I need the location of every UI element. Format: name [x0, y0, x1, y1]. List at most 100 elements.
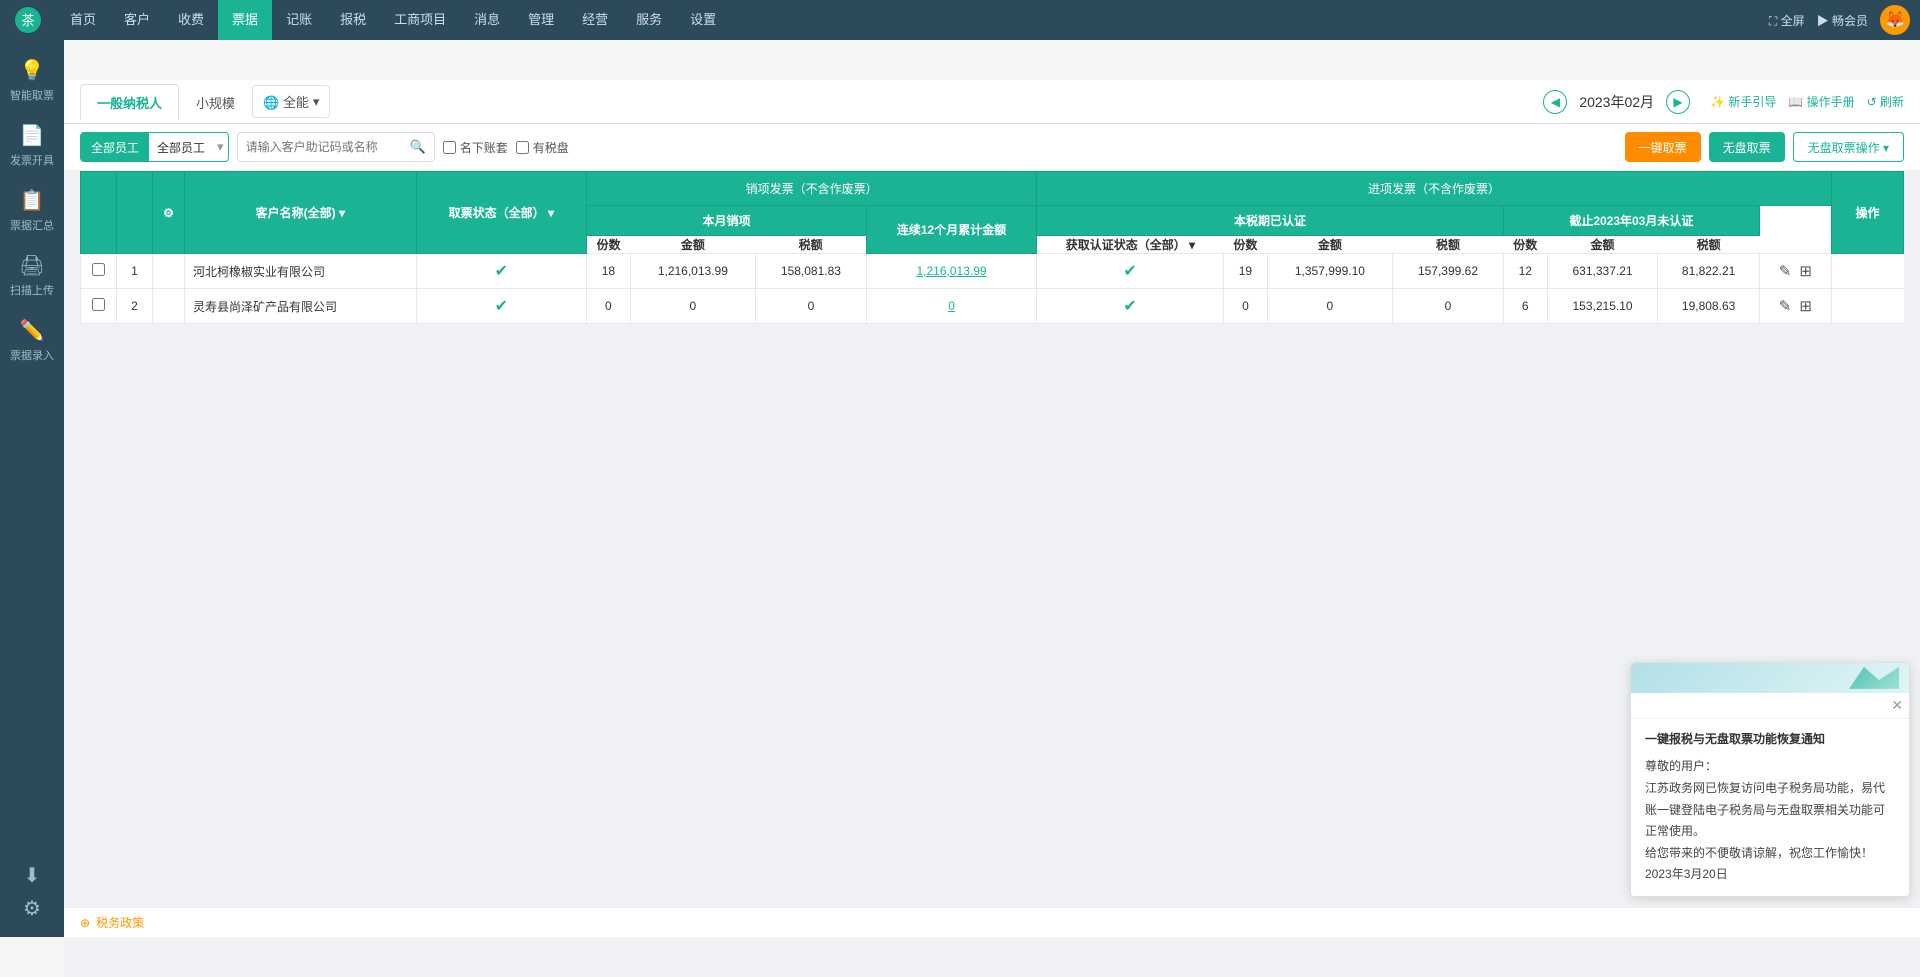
- table-header-settings: ⚙: [153, 172, 185, 254]
- fullscreen-button[interactable]: ⛶ 全屏: [1769, 12, 1805, 29]
- edit-icon-1[interactable]: ✎: [1779, 297, 1792, 315]
- date-prev-button[interactable]: ◀: [1543, 90, 1567, 114]
- col-purchase-cert-status: 获取认证状态（全部） ▾: [1037, 236, 1224, 254]
- row-checkbox-1[interactable]: [81, 289, 117, 324]
- tax-policy-icon: ⊕: [80, 916, 90, 930]
- invoice-entry-icon: ✏️: [20, 318, 45, 343]
- notif-close-button[interactable]: ✕: [1891, 697, 1903, 714]
- customer-filter-icon[interactable]: ▾: [339, 206, 345, 220]
- diskless-ticket-button[interactable]: 无盘取票: [1709, 132, 1785, 162]
- date-label: 2023年02月: [1579, 92, 1654, 112]
- employee-filter[interactable]: 全部员工 全部员工 ▾: [80, 132, 229, 162]
- svg-text:茶: 茶: [21, 13, 34, 28]
- tab-general-taxpayer[interactable]: 一般纳税人: [80, 84, 179, 120]
- row-sales-count-1: 0: [587, 289, 631, 324]
- table-row: 2 灵寿县尚泽矿产品有限公司 ✔ 0 0 0 0 ✔ 0 0 0 6 153,2…: [81, 289, 1904, 324]
- col-sales-amount: 金额: [630, 236, 755, 254]
- tab-bar-row: 一般纳税人 小规模 🌐 全能 ▾ ◀ 2023年02月 ▶ ✨ 新手引导 📖 操…: [80, 84, 1904, 120]
- purchase-cert-status-label: 获取认证状态（全部）: [1066, 238, 1186, 252]
- col-purchase-cert-tax: 税额: [1393, 236, 1504, 254]
- row-sales-count-0: 18: [587, 254, 631, 289]
- tax-policy-link[interactable]: 税务政策: [96, 914, 144, 931]
- sidebar-item-invoice-summary[interactable]: 📋 票据汇总: [0, 178, 64, 243]
- search-icon[interactable]: 🔍: [410, 139, 426, 155]
- nav-item-invoice[interactable]: 票据: [218, 0, 272, 40]
- edit-icon-0[interactable]: ✎: [1779, 262, 1792, 280]
- col-purchase-cert-count: 份数: [1224, 236, 1268, 254]
- table-header-purchase-group: 进项发票（不含作废票）: [1037, 172, 1832, 206]
- nav-item-home[interactable]: 首页: [56, 0, 110, 40]
- settings-icon[interactable]: ⚙: [23, 896, 41, 921]
- table-header-customer: 客户名称(全部) ▾: [185, 172, 417, 254]
- row-checkbox-0[interactable]: [81, 254, 117, 289]
- taxdisk-checkbox[interactable]: [516, 141, 529, 154]
- nav-item-fee[interactable]: 收费: [164, 0, 218, 40]
- tab-omnipotent[interactable]: 🌐 全能 ▾: [252, 85, 330, 118]
- nav-item-tax[interactable]: 报税: [326, 0, 380, 40]
- download-icon[interactable]: ⬇: [24, 863, 41, 888]
- employee-filter-value: 全部员工: [149, 139, 213, 156]
- row-purchase-cert-tax-0: 157,399.62: [1393, 254, 1504, 289]
- row-check-1[interactable]: [92, 298, 105, 311]
- manual-link[interactable]: 📖 操作手册: [1788, 93, 1854, 110]
- sidebar-item-scan-upload[interactable]: 🖨 扫描上传: [0, 243, 64, 308]
- avatar[interactable]: 🦊: [1880, 5, 1910, 35]
- footer-bar: ⊕ 税务政策: [64, 907, 1920, 937]
- notif-scroll[interactable]: 尊敬的用户： 江苏政务网已恢复访问电子税务局功能，易代账一键登陆电子税务局与无盘…: [1645, 756, 1895, 886]
- nav-item-settings[interactable]: 设置: [676, 0, 730, 40]
- row-status-1: ✔: [416, 289, 586, 324]
- row-sales-tax-0: 158,081.83: [756, 254, 867, 289]
- checkbox-taxdisk: 有税盘: [516, 139, 569, 156]
- view-icon-1[interactable]: ⊞: [1799, 297, 1812, 315]
- row-purchase-uncert-amount-1: 153,215.10: [1547, 289, 1658, 324]
- nav-item-message[interactable]: 消息: [460, 0, 514, 40]
- row-sales-12m-1: 0: [866, 289, 1036, 324]
- col-purchase-uncert-tax: 税额: [1658, 236, 1759, 254]
- main-table: ⚙ 客户名称(全部) ▾ 取票状态（全部） ▾ 销项发票（不含作废票） 进项发票…: [80, 171, 1904, 324]
- sales-12m-link-1[interactable]: 0: [948, 299, 955, 313]
- notif-apology: 给您带来的不便敬请谅解，祝您工作愉快！: [1645, 843, 1891, 865]
- nav-right: ⛶ 全屏 ▶ 畅会员 🦊: [1769, 5, 1910, 35]
- sidebar-item-invoice-issue[interactable]: 📄 发票开具: [0, 113, 64, 178]
- notif-title: 一键报税与无盘取票功能恢复通知: [1645, 729, 1895, 751]
- diskless-ticket-ops-button[interactable]: 无盘取票操作 ▾: [1793, 132, 1904, 162]
- table-body: 1 河北柯橡椒实业有限公司 ✔ 18 1,216,013.99 158,081.…: [81, 254, 1904, 324]
- tab-omnipotent-arrow: ▾: [313, 94, 320, 110]
- sales-12m-link-0[interactable]: 1,216,013.99: [916, 264, 986, 278]
- tab-bar: 一般纳税人 小规模 🌐 全能 ▾ ◀ 2023年02月 ▶ ✨ 新手引导 📖 操…: [64, 80, 1920, 124]
- view-icon-0[interactable]: ⊞: [1799, 262, 1812, 280]
- row-status-0: ✔: [416, 254, 586, 289]
- nav-item-operation[interactable]: 经营: [568, 0, 622, 40]
- one-click-ticket-button[interactable]: 一键取票: [1625, 132, 1701, 162]
- new-guide-link[interactable]: ✨ 新手引导: [1710, 93, 1776, 110]
- purchase-cert-status-filter[interactable]: ▾: [1189, 238, 1195, 252]
- purchase-cert-status-icon-0: ✔: [1123, 263, 1136, 280]
- member-button[interactable]: ▶ 畅会员: [1817, 12, 1868, 29]
- action-bar-right: 一键取票 无盘取票 无盘取票操作 ▾: [1625, 132, 1904, 162]
- nav-item-service[interactable]: 服务: [622, 0, 676, 40]
- employee-filter-arrow: ▾: [213, 139, 228, 155]
- date-next-button[interactable]: ▶: [1666, 90, 1690, 114]
- nav-item-business[interactable]: 工商项目: [380, 0, 460, 40]
- accounts-checkbox[interactable]: [443, 141, 456, 154]
- helper-links: ✨ 新手引导 📖 操作手册 ↺ 刷新: [1710, 93, 1904, 110]
- table-row: 1 河北柯橡椒实业有限公司 ✔ 18 1,216,013.99 158,081.…: [81, 254, 1904, 289]
- nav-item-manage[interactable]: 管理: [514, 0, 568, 40]
- diskless-ops-label: 无盘取票操作 ▾: [1808, 139, 1889, 156]
- search-input[interactable]: [246, 140, 406, 154]
- col-sales-tax: 税额: [756, 236, 867, 254]
- sidebar-item-smart-ticket[interactable]: 💡 智能取票: [0, 48, 64, 113]
- refresh-link[interactable]: ↺ 刷新: [1867, 93, 1904, 110]
- status-check-icon-0: ✔: [495, 263, 508, 280]
- sidebar-item-scan-upload-label: 扫描上传: [10, 282, 54, 298]
- tab-small-scale[interactable]: 小规模: [179, 84, 252, 120]
- nav-item-client[interactable]: 客户: [110, 0, 164, 40]
- row-sales-amount-1: 0: [630, 289, 755, 324]
- row-actions-0: ✎ ⊞: [1759, 254, 1831, 289]
- status-filter-icon[interactable]: ▾: [548, 206, 554, 220]
- row-purchase-cert-status-1: ✔: [1037, 289, 1224, 324]
- sidebar-item-invoice-entry[interactable]: ✏️ 票据录入: [0, 308, 64, 373]
- row-check-0[interactable]: [92, 263, 105, 276]
- nav-item-bookkeep[interactable]: 记账: [272, 0, 326, 40]
- customer-label: 客户名称(全部): [256, 206, 336, 220]
